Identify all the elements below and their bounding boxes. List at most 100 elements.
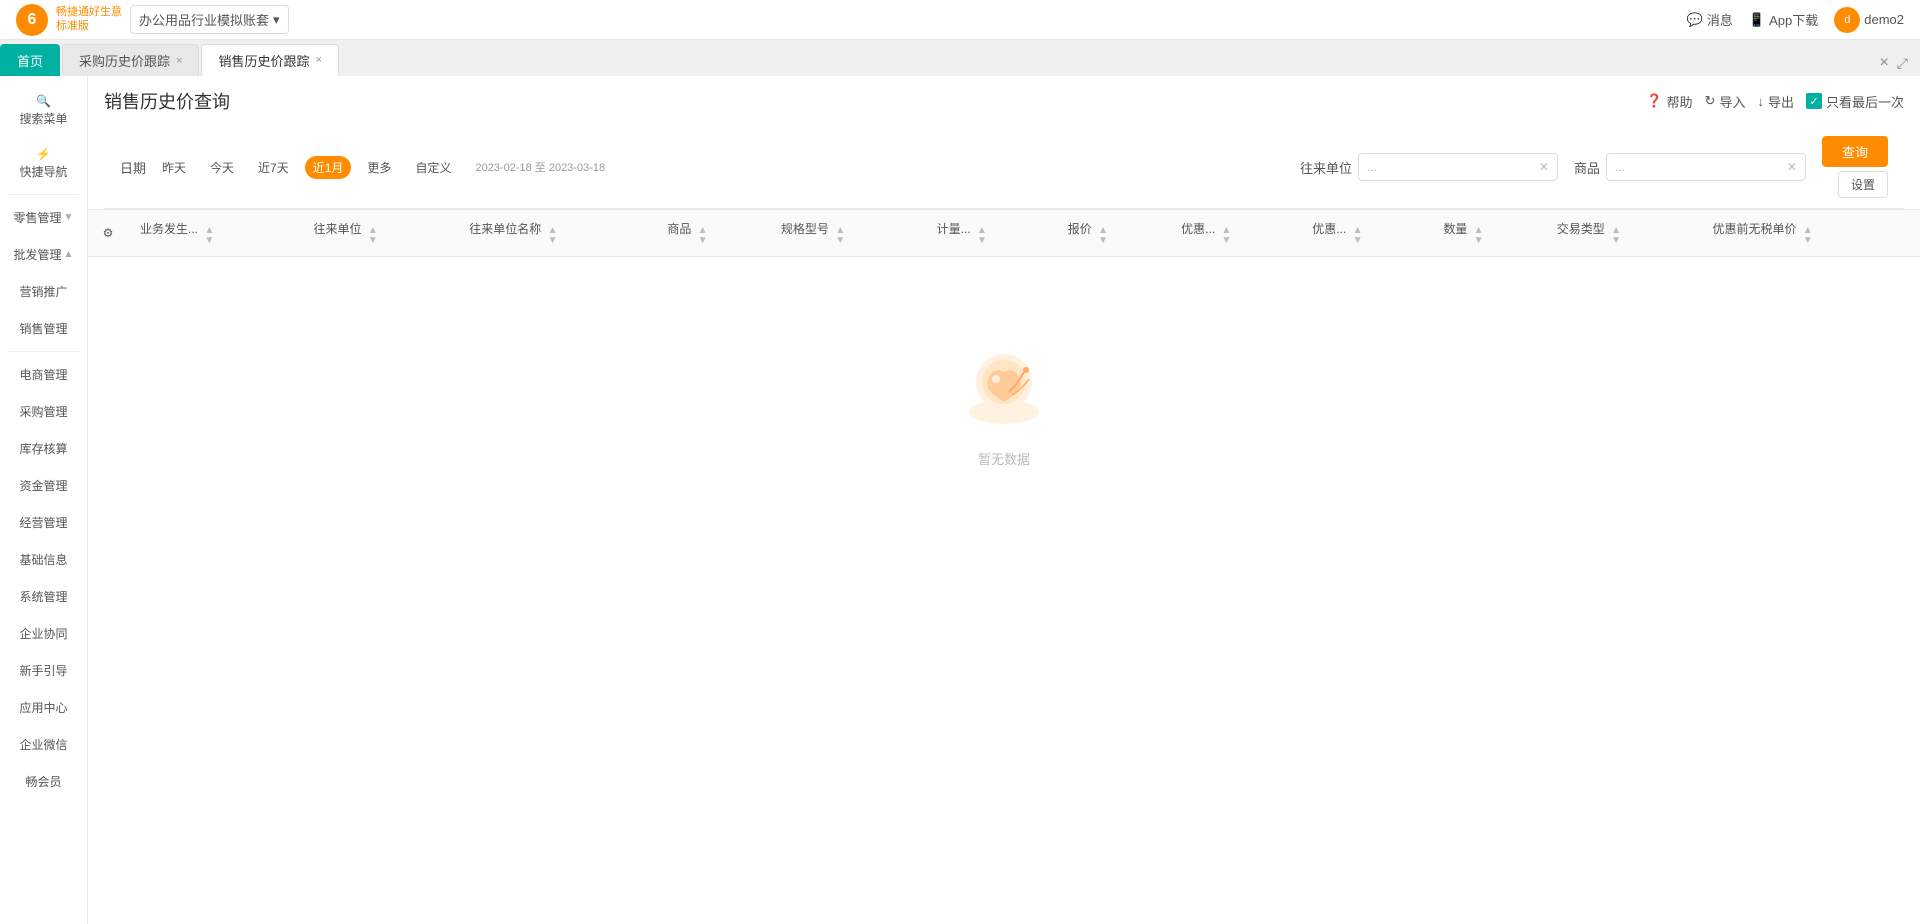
query-button[interactable]: 查询 [1822, 136, 1888, 167]
sort-arrows-discount1: ▲▼ [1222, 226, 1232, 246]
tab-close-all-icon[interactable]: × [1879, 54, 1888, 72]
sidebar-item-wholesale[interactable]: 批发管理 ▲ [0, 236, 87, 273]
sidebar-ecommerce-label: 电商管理 [19, 366, 67, 383]
sidebar-item-wechat[interactable]: 企业微信 [0, 726, 87, 763]
only-last-checkbox[interactable]: ✓ 只看最后一次 [1806, 92, 1904, 111]
app-download-button[interactable]: 📱 App下载 [1749, 10, 1818, 29]
th-product[interactable]: 商品 ▲▼ [655, 210, 768, 257]
help-icon: ❓ [1646, 93, 1662, 109]
sidebar-item-ecommerce[interactable]: 电商管理 [0, 356, 87, 393]
data-table: ⚙ 业务发生... ▲▼ 往来单位 ▲▼ 往来单位名称 ▲▼ [88, 210, 1920, 257]
search-icon: 🔍 [36, 94, 51, 108]
tab-sales-close-icon[interactable]: × [315, 54, 321, 66]
sidebar-sales-label: 销售管理 [19, 320, 67, 337]
th-biz-date[interactable]: 业务发生... ▲▼ [128, 210, 301, 257]
tab-purchase-close-icon[interactable]: × [176, 55, 182, 67]
sidebar-item-member[interactable]: 畅会员 [0, 763, 87, 800]
date-range-display: 2023-02-18 至 2023-03-18 [475, 159, 605, 175]
sidebar-item-operations[interactable]: 经营管理 [0, 504, 87, 541]
partner-clear-icon: ✕ [1539, 160, 1549, 174]
gear-icon[interactable]: ⚙ [100, 226, 116, 240]
th-spec[interactable]: 规格型号 ▲▼ [769, 210, 925, 257]
date-btn-7days[interactable]: 近7天 [250, 156, 297, 179]
tab-purchase-label: 采购历史价跟踪 [79, 51, 170, 70]
filter-bar: 日期 昨天 今天 近7天 近1月 更多 自定义 2023-02-18 至 202… [104, 126, 1904, 209]
export-icon: ↓ [1757, 94, 1764, 109]
date-btn-custom[interactable]: 自定义 [407, 156, 459, 179]
sidebar-item-marketing[interactable]: 营销推广 [0, 273, 87, 310]
sidebar-basic-label: 基础信息 [19, 551, 67, 568]
product-filter-label: 商品 [1574, 158, 1600, 177]
tab-sales-label: 销售历史价跟踪 [218, 51, 309, 70]
setting-button[interactable]: 设置 [1838, 171, 1888, 198]
th-unit-label: 计量... [937, 222, 971, 236]
sidebar-item-apps[interactable]: 应用中心 [0, 689, 87, 726]
sort-arrows-spec: ▲▼ [835, 226, 845, 246]
sidebar-divider-1 [8, 194, 79, 195]
th-pretax-price-label: 优惠前无税单价 [1713, 222, 1797, 236]
th-discount2-label: 优惠... [1312, 222, 1346, 236]
sidebar-purchase-label: 采购管理 [19, 403, 67, 420]
sidebar-system-label: 系统管理 [19, 588, 67, 605]
date-filter-label: 日期 [120, 158, 146, 177]
help-button[interactable]: ❓ 帮助 [1646, 92, 1692, 111]
sidebar-inventory-label: 库存核算 [19, 440, 67, 457]
date-btn-today[interactable]: 今天 [202, 156, 242, 179]
brand-text-block: 畅捷通好生意 标准版 [56, 6, 122, 32]
app-download-label: App下载 [1769, 10, 1818, 29]
top-bar-right: 💬 消息 📱 App下载 d demo2 [1687, 7, 1904, 33]
wholesale-expand-icon: ▲ [64, 249, 74, 260]
empty-icon [954, 337, 1054, 437]
sidebar-item-quicknav[interactable]: ⚡ 快捷导航 [0, 137, 87, 190]
tab-home[interactable]: 首页 [0, 44, 60, 76]
sidebar-search-label: 搜索菜单 [19, 110, 67, 127]
th-spec-label: 规格型号 [781, 222, 829, 236]
th-partner-code[interactable]: 往来单位 ▲▼ [301, 210, 457, 257]
product-input[interactable]: ... ✕ [1606, 153, 1806, 181]
sidebar-marketing-label: 营销推广 [19, 283, 67, 300]
content-area: 销售历史价查询 ❓ 帮助 ↻ 导入 ↓ 导出 ✓ [88, 76, 1920, 924]
sidebar-item-search[interactable]: 🔍 搜索菜单 [0, 84, 87, 137]
product-filter: 商品 ... ✕ [1574, 153, 1806, 181]
product-placeholder: ... [1615, 160, 1625, 174]
sidebar-item-purchase[interactable]: 采购管理 [0, 393, 87, 430]
th-discount2[interactable]: 优惠... ▲▼ [1300, 210, 1431, 257]
sidebar-collab-label: 企业协同 [19, 625, 67, 642]
empty-illustration [954, 337, 1054, 437]
account-selector[interactable]: 办公用品行业模拟账套 ▾ [130, 5, 289, 34]
tab-sales-history[interactable]: 销售历史价跟踪 × [201, 44, 338, 76]
th-pretax-price[interactable]: 优惠前无税单价 ▲▼ [1701, 210, 1920, 257]
message-icon: 💬 [1687, 12, 1703, 28]
user-profile[interactable]: d demo2 [1834, 7, 1904, 33]
empty-text: 暂无数据 [978, 449, 1030, 468]
sidebar-item-collab[interactable]: 企业协同 [0, 615, 87, 652]
th-trade-type[interactable]: 交易类型 ▲▼ [1545, 210, 1701, 257]
sidebar-item-sales[interactable]: 销售管理 [0, 310, 87, 347]
tab-bar-actions: × ⤢ [1879, 54, 1920, 76]
th-discount1[interactable]: 优惠... ▲▼ [1169, 210, 1300, 257]
sort-arrows-unit: ▲▼ [977, 226, 987, 246]
th-price[interactable]: 报价 ▲▼ [1056, 210, 1169, 257]
sort-arrows-product: ▲▼ [698, 226, 708, 246]
avatar: d [1834, 7, 1860, 33]
message-label: 消息 [1707, 10, 1733, 29]
message-button[interactable]: 💬 消息 [1687, 10, 1733, 29]
import-button[interactable]: ↻ 导入 [1705, 92, 1746, 111]
sidebar-item-guide[interactable]: 新手引导 [0, 652, 87, 689]
th-unit[interactable]: 计量... ▲▼ [925, 210, 1056, 257]
date-btn-1month[interactable]: 近1月 [305, 156, 352, 179]
tab-expand-icon[interactable]: ⤢ [1897, 55, 1908, 72]
sidebar-item-finance[interactable]: 资金管理 [0, 467, 87, 504]
tab-purchase-history[interactable]: 采购历史价跟踪 × [62, 44, 199, 76]
sidebar-item-retail[interactable]: 零售管理 ▼ [0, 199, 87, 236]
partner-input[interactable]: ... ✕ [1358, 153, 1558, 181]
th-partner-name[interactable]: 往来单位名称 ▲▼ [457, 210, 655, 257]
date-btn-more[interactable]: 更多 [359, 156, 399, 179]
export-button[interactable]: ↓ 导出 [1757, 92, 1794, 111]
th-qty[interactable]: 数量 ▲▼ [1431, 210, 1544, 257]
sidebar-item-basic[interactable]: 基础信息 [0, 541, 87, 578]
date-btn-yesterday[interactable]: 昨天 [154, 156, 194, 179]
sidebar-item-inventory[interactable]: 库存核算 [0, 430, 87, 467]
partner-filter-label: 往来单位 [1300, 158, 1352, 177]
sidebar-item-system[interactable]: 系统管理 [0, 578, 87, 615]
